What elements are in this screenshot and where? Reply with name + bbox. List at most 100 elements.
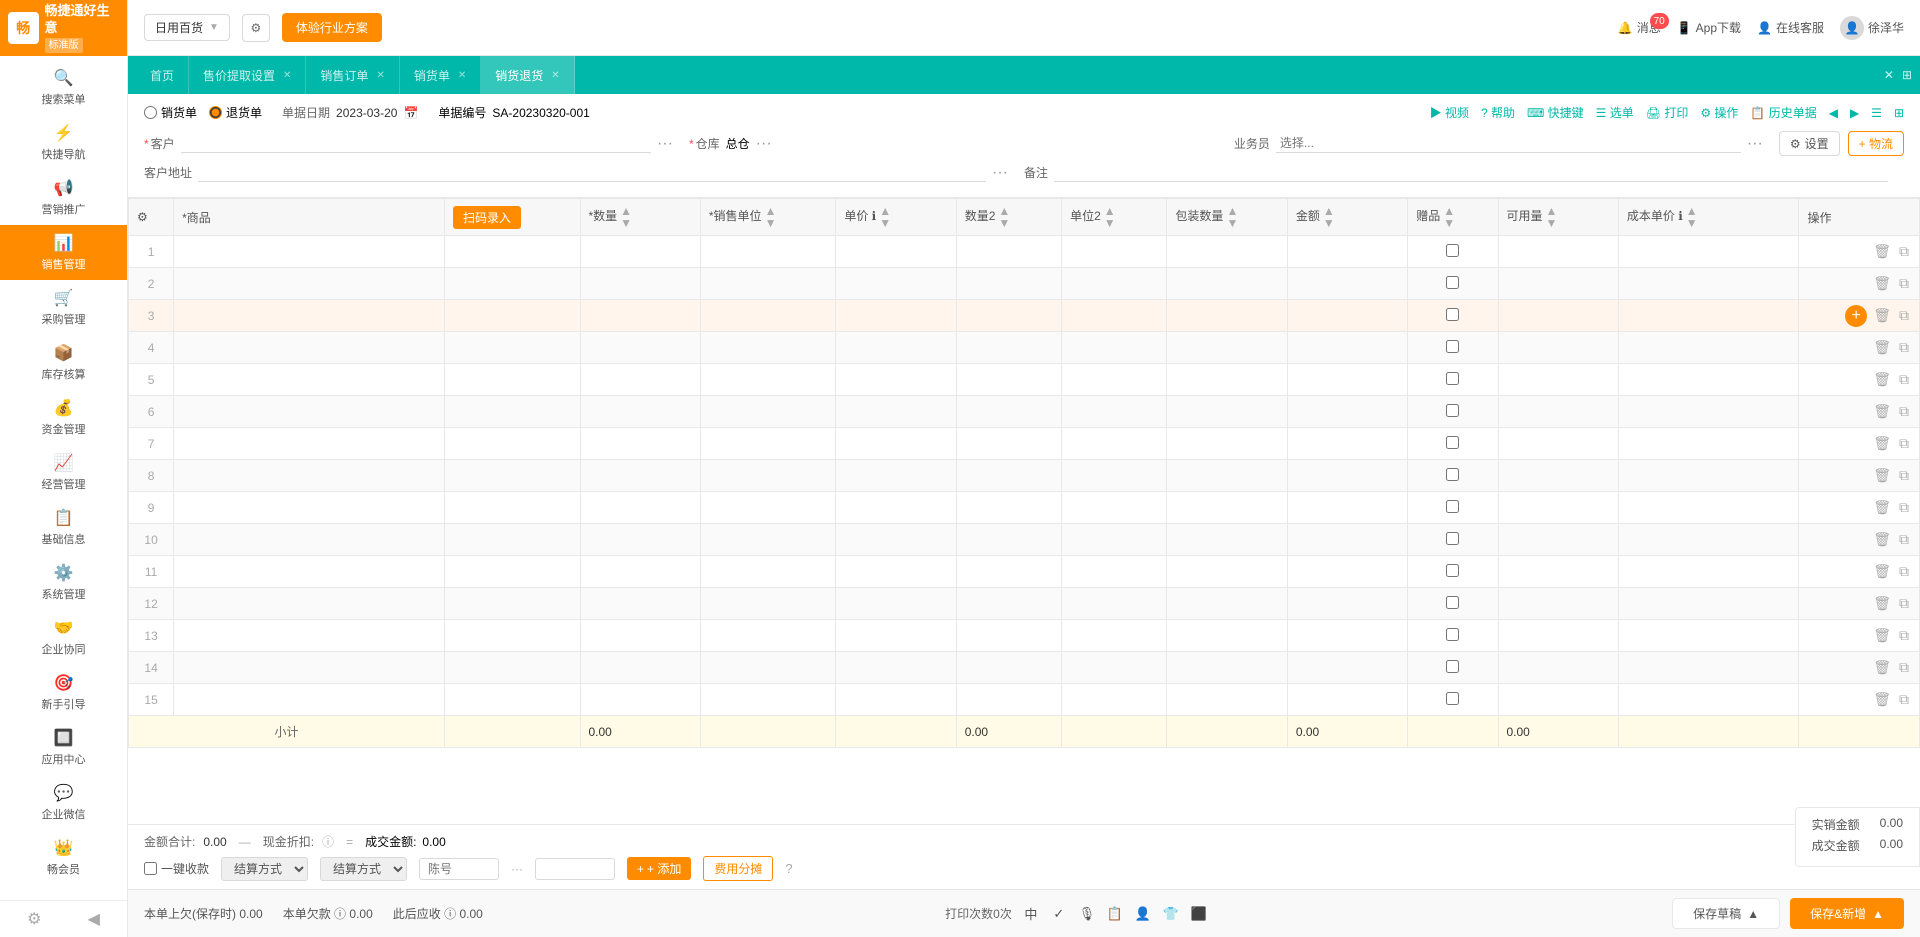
row-cost-price[interactable] [1618,620,1799,652]
delete-row-button[interactable]: 🗑 [1871,593,1893,614]
payment-amount-input[interactable] [535,858,615,880]
tab-sale-price[interactable]: 售价提取设置✕ [189,56,306,94]
row-gift[interactable] [1408,588,1498,620]
address-more-icon[interactable]: ··· [992,164,1008,182]
gift-checkbox[interactable] [1446,500,1459,513]
row-pkg-qty[interactable] [1167,428,1287,460]
product-input[interactable] [182,309,436,323]
row-product[interactable] [174,652,445,684]
fee-split-button[interactable]: 费用分摊 [703,856,773,881]
tab-sale-order[interactable]: 销售订单✕ [306,56,399,94]
row-amount[interactable] [1287,364,1407,396]
radio-sale-input[interactable] [144,106,157,119]
row-qty-area[interactable] [445,524,580,556]
row-qty-area[interactable] [445,556,580,588]
gift-checkbox[interactable] [1446,596,1459,609]
radio-return[interactable]: 退货单 [209,104,262,121]
row-pkg-qty[interactable] [1167,652,1287,684]
row-price[interactable] [836,588,956,620]
row-cost-price[interactable] [1618,684,1799,716]
row-cost-price[interactable] [1618,652,1799,684]
row-available[interactable] [1498,364,1618,396]
gift-checkbox[interactable] [1446,372,1459,385]
row-product[interactable] [174,268,445,300]
row-gift[interactable] [1408,524,1498,556]
gift-checkbox[interactable] [1446,308,1459,321]
row-qty-area[interactable] [445,236,580,268]
row-quantity[interactable] [580,684,700,716]
row-product[interactable] [174,300,445,332]
save-new-button[interactable]: 保存&新增 ▲ [1790,898,1904,929]
toolbar-icon-2[interactable]: ✓ [1048,903,1070,925]
row-available[interactable] [1498,428,1618,460]
toolbar-icon-5[interactable]: 👤 [1132,903,1154,925]
row-qty2[interactable] [956,428,1061,460]
row-product[interactable] [174,684,445,716]
row-product[interactable] [174,524,445,556]
row-available[interactable] [1498,524,1618,556]
row-price[interactable] [836,684,956,716]
row-price[interactable] [836,364,956,396]
next-btn[interactable]: ▶ [1850,106,1859,120]
copy-row-button[interactable]: ⧉ [1897,657,1911,678]
sidebar-item-apps[interactable]: 🔲应用中心 [0,720,127,775]
row-unit2[interactable] [1062,236,1167,268]
gift-checkbox[interactable] [1446,436,1459,449]
row-quantity[interactable] [580,332,700,364]
row-pkg-qty[interactable] [1167,460,1287,492]
row-gift[interactable] [1408,428,1498,460]
row-cost-price[interactable] [1618,396,1799,428]
row-gift[interactable] [1408,556,1498,588]
row-product[interactable] [174,492,445,524]
row-unit2[interactable] [1062,300,1167,332]
row-cost-price[interactable] [1618,332,1799,364]
sidebar-item-basic[interactable]: 📋基础信息 [0,500,127,555]
row-available[interactable] [1498,588,1618,620]
tab-close-sale-price[interactable]: ✕ [283,70,291,81]
account-more-icon[interactable]: ··· [511,862,523,876]
header-gear-button[interactable]: ⚙ [242,14,270,42]
gift-checkbox[interactable] [1446,532,1459,545]
one-click-payment-checkbox[interactable] [144,862,157,875]
app-download-button[interactable]: 📱 App下载 [1677,19,1741,36]
row-gift[interactable] [1408,492,1498,524]
sidebar-item-shortcut[interactable]: ⚡快捷导航 [0,115,127,170]
row-gift[interactable] [1408,460,1498,492]
user-menu-button[interactable]: 👤 徐泽华 [1840,16,1904,40]
row-unit2[interactable] [1062,684,1167,716]
row-pkg-qty[interactable] [1167,524,1287,556]
gift-checkbox[interactable] [1446,468,1459,481]
customer-input[interactable] [181,134,651,153]
row-qty-area[interactable] [445,364,580,396]
row-qty2[interactable] [956,364,1061,396]
row-cost-price[interactable] [1618,524,1799,556]
row-price[interactable] [836,492,956,524]
row-available[interactable] [1498,460,1618,492]
row-unit[interactable] [700,460,835,492]
toolbar-icon-6[interactable]: 👕 [1160,903,1182,925]
delete-row-button[interactable]: 🗑 [1871,529,1893,550]
row-qty-area[interactable] [445,588,580,620]
row-qty2[interactable] [956,524,1061,556]
row-price[interactable] [836,524,956,556]
sidebar-item-marketing[interactable]: 📢营销推广 [0,170,127,225]
gift-checkbox[interactable] [1446,404,1459,417]
shortcut-button[interactable]: ⌨ 快捷键 [1527,104,1584,121]
row-gift[interactable] [1408,396,1498,428]
delete-row-button[interactable]: 🗑 [1871,689,1893,710]
row-amount[interactable] [1287,332,1407,364]
row-amount[interactable] [1287,428,1407,460]
row-qty-area[interactable] [445,492,580,524]
row-quantity[interactable] [580,460,700,492]
row-available[interactable] [1498,332,1618,364]
row-amount[interactable] [1287,300,1407,332]
row-pkg-qty[interactable] [1167,588,1287,620]
row-pkg-qty[interactable] [1167,236,1287,268]
row-product[interactable] [174,428,445,460]
row-available[interactable] [1498,300,1618,332]
row-qty2[interactable] [956,620,1061,652]
sidebar-item-inventory[interactable]: 📦库存核算 [0,335,127,390]
row-qty-area[interactable] [445,396,580,428]
copy-row-button[interactable]: ⧉ [1897,401,1911,422]
calendar-icon[interactable]: 📅 [403,106,418,120]
